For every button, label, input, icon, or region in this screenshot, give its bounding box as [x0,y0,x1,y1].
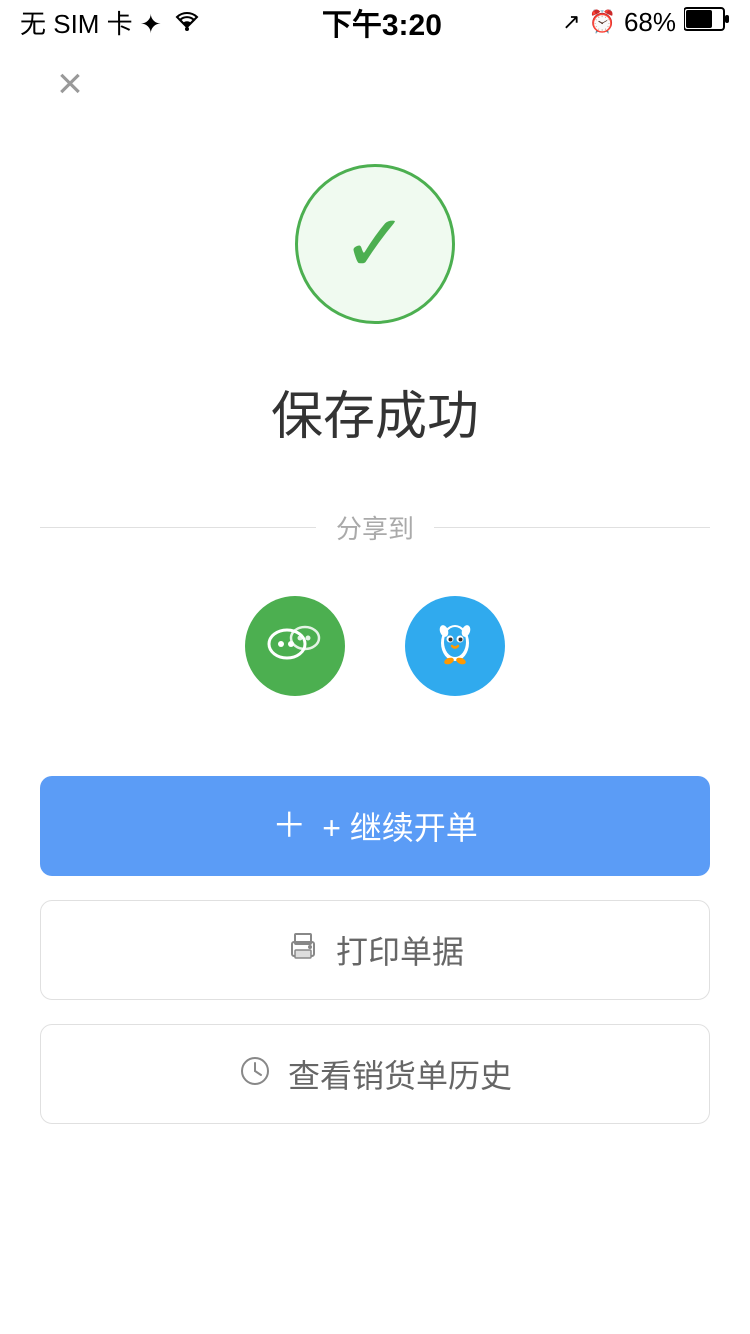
qq-icon [426,617,484,675]
continue-button[interactable]: ＋ + 继续开单 [40,776,710,876]
alarm-icon: ⏰ [589,9,616,35]
continue-label: + 继续开单 [322,803,478,849]
history-button[interactable]: 查看销货单历史 [40,1024,710,1124]
print-button[interactable]: 打印单据 [40,900,710,1000]
qq-share-button[interactable] [405,596,505,696]
status-right: ↗ ⏰ 68% [562,7,730,38]
status-time: 下午3:20 [322,0,442,44]
history-label: 查看销货单历史 [288,1051,512,1097]
checkmark-icon: ✓ [341,204,408,284]
battery-icon [684,7,730,38]
wechat-share-button[interactable] [245,596,345,696]
main-content: ✓ 保存成功 分享到 [0,44,750,1334]
action-buttons: ＋ + 继续开单 打印单据 [40,776,710,1124]
battery-label: 68% [624,7,676,38]
share-icons-row [245,596,505,696]
location-icon: ↗ [562,9,580,35]
divider-line-left [40,527,316,528]
share-divider: 分享到 [40,509,710,546]
plus-icon: ＋ [272,809,306,843]
success-title: 保存成功 [271,374,479,449]
status-bar: 无 SIM 卡 ✦ 下午3:20 ↗ ⏰ 68% [0,0,750,44]
clock-icon [238,1054,272,1094]
print-label: 打印单据 [336,927,464,973]
divider-line-right [434,527,710,528]
no-sim-label: 无 SIM 卡 ✦ [20,4,162,41]
wechat-icon [265,616,325,676]
printer-icon [286,930,320,970]
wifi-icon [172,7,202,38]
success-circle: ✓ [295,164,455,324]
share-label: 分享到 [336,509,414,546]
status-left: 无 SIM 卡 ✦ [20,4,202,41]
